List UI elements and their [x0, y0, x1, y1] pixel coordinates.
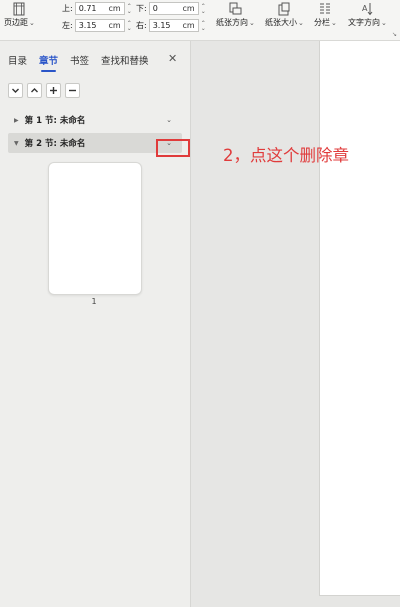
left-margin-unit: cm [108, 21, 121, 30]
paper-size-button[interactable]: 纸张大小⌄ [265, 2, 304, 28]
chevron-up-icon [31, 88, 38, 93]
paper-size-label: 纸张大小 [265, 18, 297, 27]
chevron-down-icon [12, 88, 19, 93]
plus-icon [50, 87, 57, 94]
right-margin-unit: cm [182, 21, 195, 30]
chevron-down-icon: ⌄ [200, 24, 206, 32]
section-tools [8, 83, 84, 98]
bottom-margin-row: 下: 0 cm ⌃ ⌄ [136, 2, 206, 15]
page-number: 1 [91, 297, 97, 306]
top-margin-label: 上: [62, 4, 73, 13]
columns-icon [320, 3, 331, 14]
panel-tabs: 目录 章节 书签 查找和替换 [8, 53, 161, 72]
left-margin-label: 左: [62, 21, 73, 30]
chevron-down-icon: ⌄ [200, 7, 206, 15]
text-direction-icon: A [362, 3, 373, 16]
caret-down-icon: ▼ [14, 139, 19, 147]
minus-icon [69, 89, 76, 92]
right-margin-input[interactable]: 3.15 cm [148, 19, 199, 32]
annotation-text: 2，点这个删除章 [223, 146, 349, 165]
bottom-margin-label: 下: [136, 4, 147, 13]
section-label: 第 1 节: 未命名 [24, 116, 86, 126]
section-item-1[interactable]: ▶ 第 1 节: 未命名 ⌄ [8, 110, 182, 130]
margins-label: 页边距 [4, 18, 28, 27]
close-icon[interactable]: ✕ [168, 52, 177, 65]
right-margin-value: 3.15 [152, 21, 171, 30]
expand-button[interactable] [27, 83, 42, 98]
document-page[interactable] [319, 41, 400, 596]
margins-icon [13, 2, 25, 16]
text-direction-label: 文字方向 [348, 18, 380, 27]
left-margin-stepper[interactable]: ⌃ ⌄ [126, 20, 132, 32]
right-margin-row: 右: 3.15 cm ⌃ ⌄ [136, 19, 206, 32]
text-direction-button[interactable]: A 文字方向⌄ [348, 2, 387, 28]
bottom-margin-stepper[interactable]: ⌃ ⌄ [200, 3, 206, 15]
left-margin-value: 3.15 [78, 21, 97, 30]
add-section-button[interactable] [46, 83, 61, 98]
caret-right-icon: ▶ [14, 116, 19, 124]
orientation-label: 纸张方向 [216, 18, 248, 27]
bottom-margin-unit: cm [182, 4, 195, 13]
bottom-margin-input[interactable]: 0 cm [148, 2, 199, 15]
left-margin-input[interactable]: 3.15 cm [74, 19, 125, 32]
tab-find-replace[interactable]: 查找和替换 [101, 53, 149, 67]
ribbon-expand-icon[interactable]: ↘ [392, 31, 397, 38]
chevron-down-icon: ⌄ [381, 19, 387, 27]
highlight-box [156, 139, 190, 157]
columns-button[interactable]: 分栏⌄ [314, 2, 337, 28]
chevron-down-icon: ⌄ [126, 24, 132, 32]
ribbon-toolbar: 页边距⌄ 上: 0.71 cm ⌃ ⌄ 下: 0 cm ⌃ ⌄ 左: 3.15 cm… [0, 0, 400, 41]
bottom-margin-value: 0 [152, 4, 158, 13]
chevron-down-icon: ⌄ [331, 19, 337, 27]
tab-sections[interactable]: 章节 [39, 53, 58, 72]
top-margin-input[interactable]: 0.71 cm [74, 2, 125, 15]
orientation-button[interactable]: 纸张方向⌄ [216, 2, 255, 28]
tab-bookmarks[interactable]: 书签 [70, 53, 89, 67]
tab-toc[interactable]: 目录 [8, 53, 27, 67]
page-orientation-icon [229, 2, 242, 15]
chevron-down-icon: ⌄ [126, 7, 132, 15]
right-margin-stepper[interactable]: ⌃ ⌄ [200, 20, 206, 32]
paper-size-icon [278, 2, 290, 16]
chevron-down-icon[interactable]: ⌄ [166, 116, 172, 124]
remove-section-button[interactable] [65, 83, 80, 98]
navigation-panel: 目录 章节 书签 查找和替换 ✕ ▶ 第 1 节: 未命名 ⌄ ▼ 第 2 节:… [0, 41, 191, 607]
collapse-button[interactable] [8, 83, 23, 98]
chevron-down-icon: ⌄ [249, 19, 255, 27]
top-margin-stepper[interactable]: ⌃ ⌄ [126, 3, 132, 15]
left-margin-row: 左: 3.15 cm ⌃ ⌄ [62, 19, 132, 32]
section-label: 第 2 节: 未命名 [24, 139, 86, 149]
page-thumbnail[interactable] [48, 162, 142, 295]
top-margin-value: 0.71 [78, 4, 97, 13]
top-margin-row: 上: 0.71 cm ⌃ ⌄ [62, 2, 132, 15]
margins-button[interactable]: 页边距⌄ [4, 2, 35, 28]
chevron-down-icon: ⌄ [298, 19, 304, 27]
svg-text:A: A [362, 4, 368, 13]
top-margin-unit: cm [108, 4, 121, 13]
right-margin-label: 右: [136, 21, 147, 30]
columns-label: 分栏 [314, 18, 330, 27]
chevron-down-icon: ⌄ [29, 19, 35, 27]
